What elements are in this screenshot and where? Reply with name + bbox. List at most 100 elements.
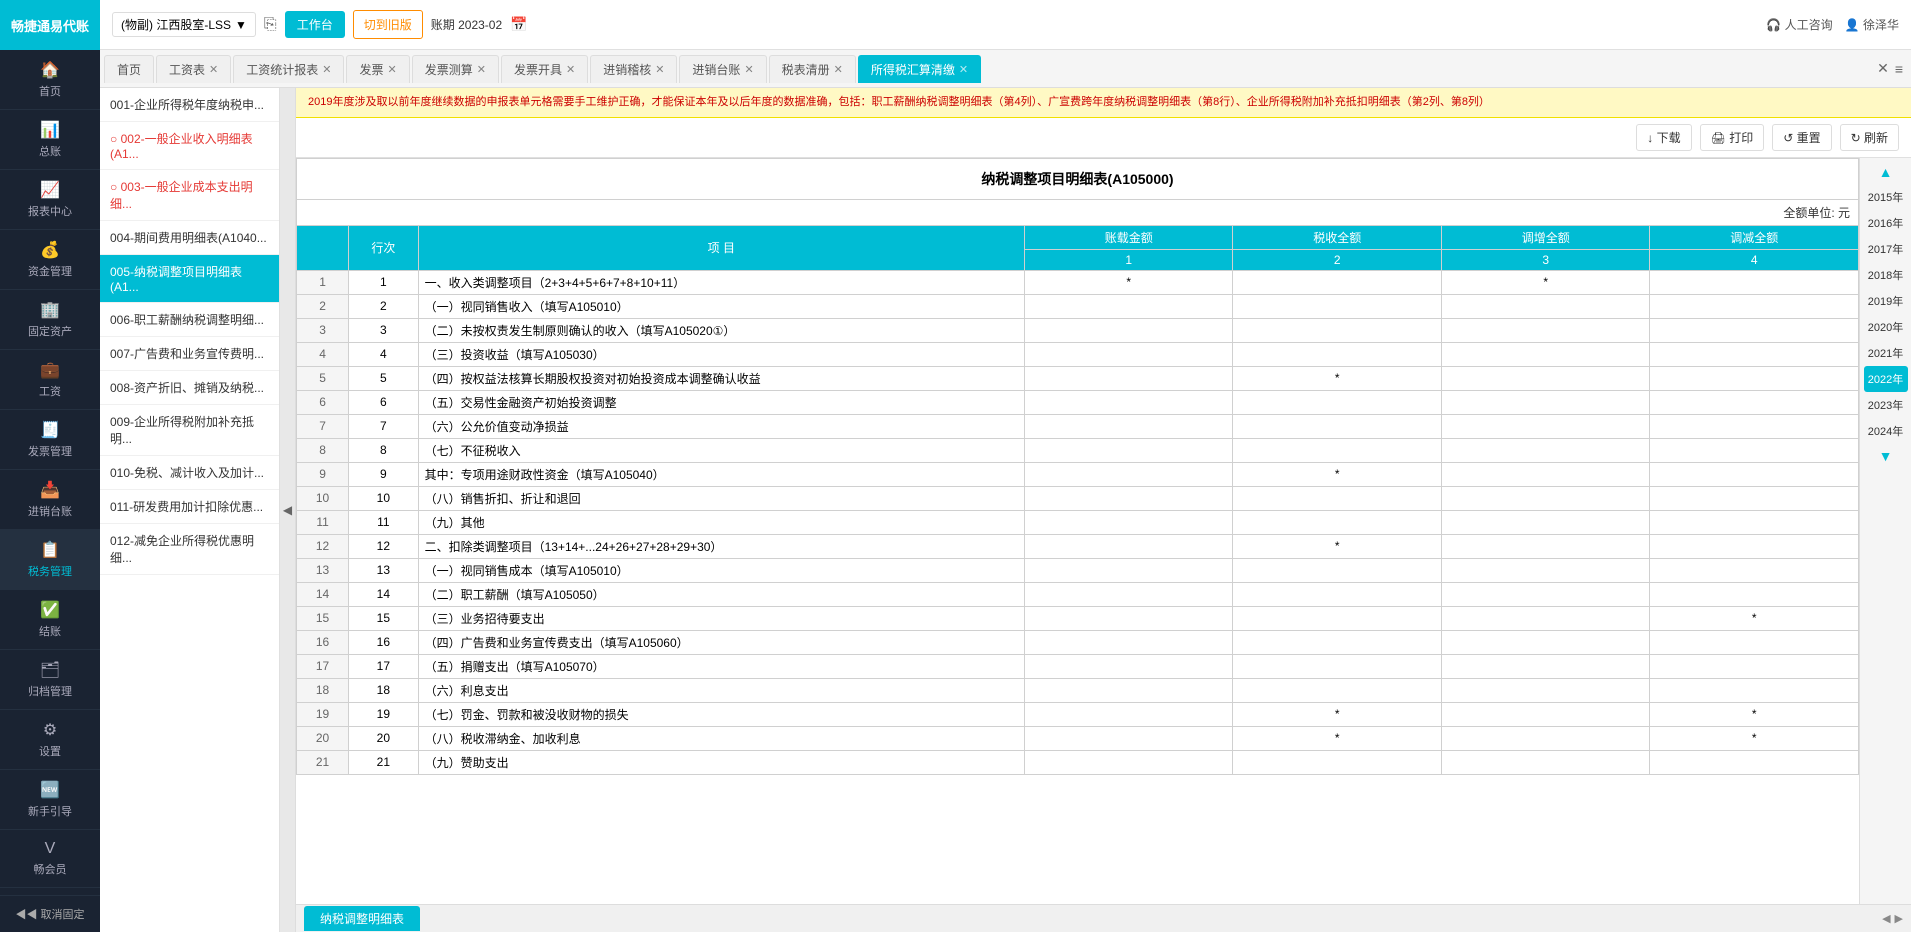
year-item[interactable]: 2022年 bbox=[1864, 366, 1908, 392]
row-c2[interactable]: * bbox=[1233, 726, 1441, 750]
row-c4[interactable] bbox=[1650, 750, 1859, 774]
table-row[interactable]: 21 21 （九）赞助支出 bbox=[297, 750, 1859, 774]
list-item-008[interactable]: 008-资产折旧、摊销及纳税... bbox=[100, 371, 279, 405]
close-all-icon[interactable]: ✕ bbox=[1877, 60, 1889, 77]
row-c4[interactable] bbox=[1650, 438, 1859, 462]
table-row[interactable]: 17 17 （五）捐赠支出（填写A105070） bbox=[297, 654, 1859, 678]
row-c1[interactable] bbox=[1024, 726, 1232, 750]
table-row[interactable]: 10 10 （八）销售折扣、折让和退回 bbox=[297, 486, 1859, 510]
row-c4[interactable] bbox=[1650, 294, 1859, 318]
sidebar-item-settle[interactable]: ✅ 结账 bbox=[0, 590, 100, 650]
row-c1[interactable] bbox=[1024, 558, 1232, 582]
sidebar-item-finance[interactable]: 💰 资金管理 bbox=[0, 230, 100, 290]
list-item-004[interactable]: 004-期间费用明细表(A1040... bbox=[100, 221, 279, 255]
row-c2[interactable] bbox=[1233, 294, 1441, 318]
row-c4[interactable] bbox=[1650, 558, 1859, 582]
row-c3[interactable] bbox=[1441, 390, 1649, 414]
row-c2[interactable] bbox=[1233, 486, 1441, 510]
row-c2[interactable] bbox=[1233, 438, 1441, 462]
tab-invoice-calc-close[interactable]: ✕ bbox=[477, 63, 486, 76]
row-c3[interactable] bbox=[1441, 294, 1649, 318]
row-c3[interactable] bbox=[1441, 558, 1649, 582]
row-c4[interactable] bbox=[1650, 630, 1859, 654]
row-c3[interactable] bbox=[1441, 606, 1649, 630]
year-item[interactable]: 2021年 bbox=[1864, 340, 1908, 366]
table-row[interactable]: 18 18 （六）利息支出 bbox=[297, 678, 1859, 702]
tab-payroll-report[interactable]: 工资统计报表 ✕ bbox=[233, 55, 344, 83]
refresh-button[interactable]: ↻ 刷新 bbox=[1840, 124, 1899, 151]
row-c1[interactable] bbox=[1024, 582, 1232, 606]
row-c2[interactable] bbox=[1233, 558, 1441, 582]
table-row[interactable]: 19 19 （七）罚金、罚款和被没收财物的损失 * * bbox=[297, 702, 1859, 726]
list-item-007[interactable]: 007-广告费和业务宣传费明... bbox=[100, 337, 279, 371]
table-row[interactable]: 6 6 （五）交易性金融资产初始投资调整 bbox=[297, 390, 1859, 414]
tab-income-tax[interactable]: 所得税汇算清缴 ✕ bbox=[858, 55, 981, 83]
tab-payroll-report-close[interactable]: ✕ bbox=[322, 63, 331, 76]
tab-import-check[interactable]: 进销稽核 ✕ bbox=[590, 55, 677, 83]
tab-income-tax-close[interactable]: ✕ bbox=[959, 63, 968, 76]
tab-payroll-close[interactable]: ✕ bbox=[209, 63, 218, 76]
copy-icon[interactable]: ⎘ bbox=[264, 16, 277, 34]
year-item[interactable]: 2019年 bbox=[1864, 288, 1908, 314]
tab-invoice-open[interactable]: 发票开具 ✕ bbox=[501, 55, 588, 83]
row-c2[interactable] bbox=[1233, 270, 1441, 294]
list-item-002[interactable]: 002-一般企业收入明细表(A1... bbox=[100, 122, 279, 170]
tab-tax-clear-close[interactable]: ✕ bbox=[834, 63, 843, 76]
row-c3[interactable] bbox=[1441, 630, 1649, 654]
row-c4[interactable] bbox=[1650, 270, 1859, 294]
year-item[interactable]: 2015年 bbox=[1864, 184, 1908, 210]
tab-import-ledger[interactable]: 进销台账 ✕ bbox=[679, 55, 766, 83]
row-c1[interactable] bbox=[1024, 702, 1232, 726]
year-scroll-down[interactable]: ▼ bbox=[1868, 446, 1904, 466]
row-c2[interactable] bbox=[1233, 510, 1441, 534]
scroll-left-icon[interactable]: ◀ bbox=[1882, 912, 1890, 925]
row-c1[interactable] bbox=[1024, 366, 1232, 390]
sidebar-item-invoice[interactable]: 🧾 发票管理 bbox=[0, 410, 100, 470]
sidebar-item-archive[interactable]: 🗂 归档管理 bbox=[0, 650, 100, 710]
row-c1[interactable] bbox=[1024, 414, 1232, 438]
row-c3[interactable] bbox=[1441, 486, 1649, 510]
table-row[interactable]: 9 9 其中：专项用途财政性资金（填写A105040） * bbox=[297, 462, 1859, 486]
row-c1[interactable] bbox=[1024, 606, 1232, 630]
sidebar-item-ledger[interactable]: 📊 总账 bbox=[0, 110, 100, 170]
row-c2[interactable] bbox=[1233, 750, 1441, 774]
sidebar-item-guide[interactable]: 🆕 新手引导 bbox=[0, 770, 100, 830]
row-c3[interactable] bbox=[1441, 462, 1649, 486]
bottom-tab-item[interactable]: 纳税调整明细表 bbox=[304, 906, 420, 931]
more-tabs-icon[interactable]: ≡ bbox=[1895, 61, 1903, 77]
row-c2[interactable]: * bbox=[1233, 366, 1441, 390]
year-item[interactable]: 2020年 bbox=[1864, 314, 1908, 340]
row-c1[interactable] bbox=[1024, 534, 1232, 558]
year-item[interactable]: 2016年 bbox=[1864, 210, 1908, 236]
table-row[interactable]: 16 16 （四）广告费和业务宣传费支出（填写A105060） bbox=[297, 630, 1859, 654]
row-c4[interactable]: * bbox=[1650, 606, 1859, 630]
row-c4[interactable] bbox=[1650, 582, 1859, 606]
tab-payroll[interactable]: 工资表 ✕ bbox=[156, 55, 231, 83]
list-item-001[interactable]: 001-企业所得税年度纳税申... bbox=[100, 88, 279, 122]
year-item[interactable]: 2024年 bbox=[1864, 418, 1908, 444]
table-row[interactable]: 4 4 （三）投资收益（填写A105030） bbox=[297, 342, 1859, 366]
row-c1[interactable] bbox=[1024, 750, 1232, 774]
row-c2[interactable] bbox=[1233, 582, 1441, 606]
year-item[interactable]: 2023年 bbox=[1864, 392, 1908, 418]
row-c3[interactable] bbox=[1441, 726, 1649, 750]
sidebar-unpin[interactable]: ◀◀ 取消固定 bbox=[0, 895, 100, 932]
row-c1[interactable] bbox=[1024, 318, 1232, 342]
row-c1[interactable] bbox=[1024, 486, 1232, 510]
tab-invoice-close[interactable]: ✕ bbox=[388, 63, 397, 76]
row-c2[interactable] bbox=[1233, 630, 1441, 654]
row-c3[interactable] bbox=[1441, 654, 1649, 678]
row-c2[interactable]: * bbox=[1233, 462, 1441, 486]
sidebar-item-report[interactable]: 📈 报表中心 bbox=[0, 170, 100, 230]
row-c3[interactable] bbox=[1441, 678, 1649, 702]
year-item[interactable]: 2017年 bbox=[1864, 236, 1908, 262]
tab-import-ledger-close[interactable]: ✕ bbox=[744, 63, 753, 76]
print-button[interactable]: 🖨 打印 bbox=[1700, 124, 1765, 151]
row-c1[interactable] bbox=[1024, 678, 1232, 702]
row-c4[interactable] bbox=[1650, 510, 1859, 534]
year-scroll-up[interactable]: ▲ bbox=[1868, 162, 1904, 182]
list-item-012[interactable]: 012-减免企业所得税优惠明细... bbox=[100, 524, 279, 575]
row-c3[interactable] bbox=[1441, 582, 1649, 606]
table-row[interactable]: 8 8 （七）不征税收入 bbox=[297, 438, 1859, 462]
download-button[interactable]: ↓ 下载 bbox=[1636, 124, 1691, 151]
